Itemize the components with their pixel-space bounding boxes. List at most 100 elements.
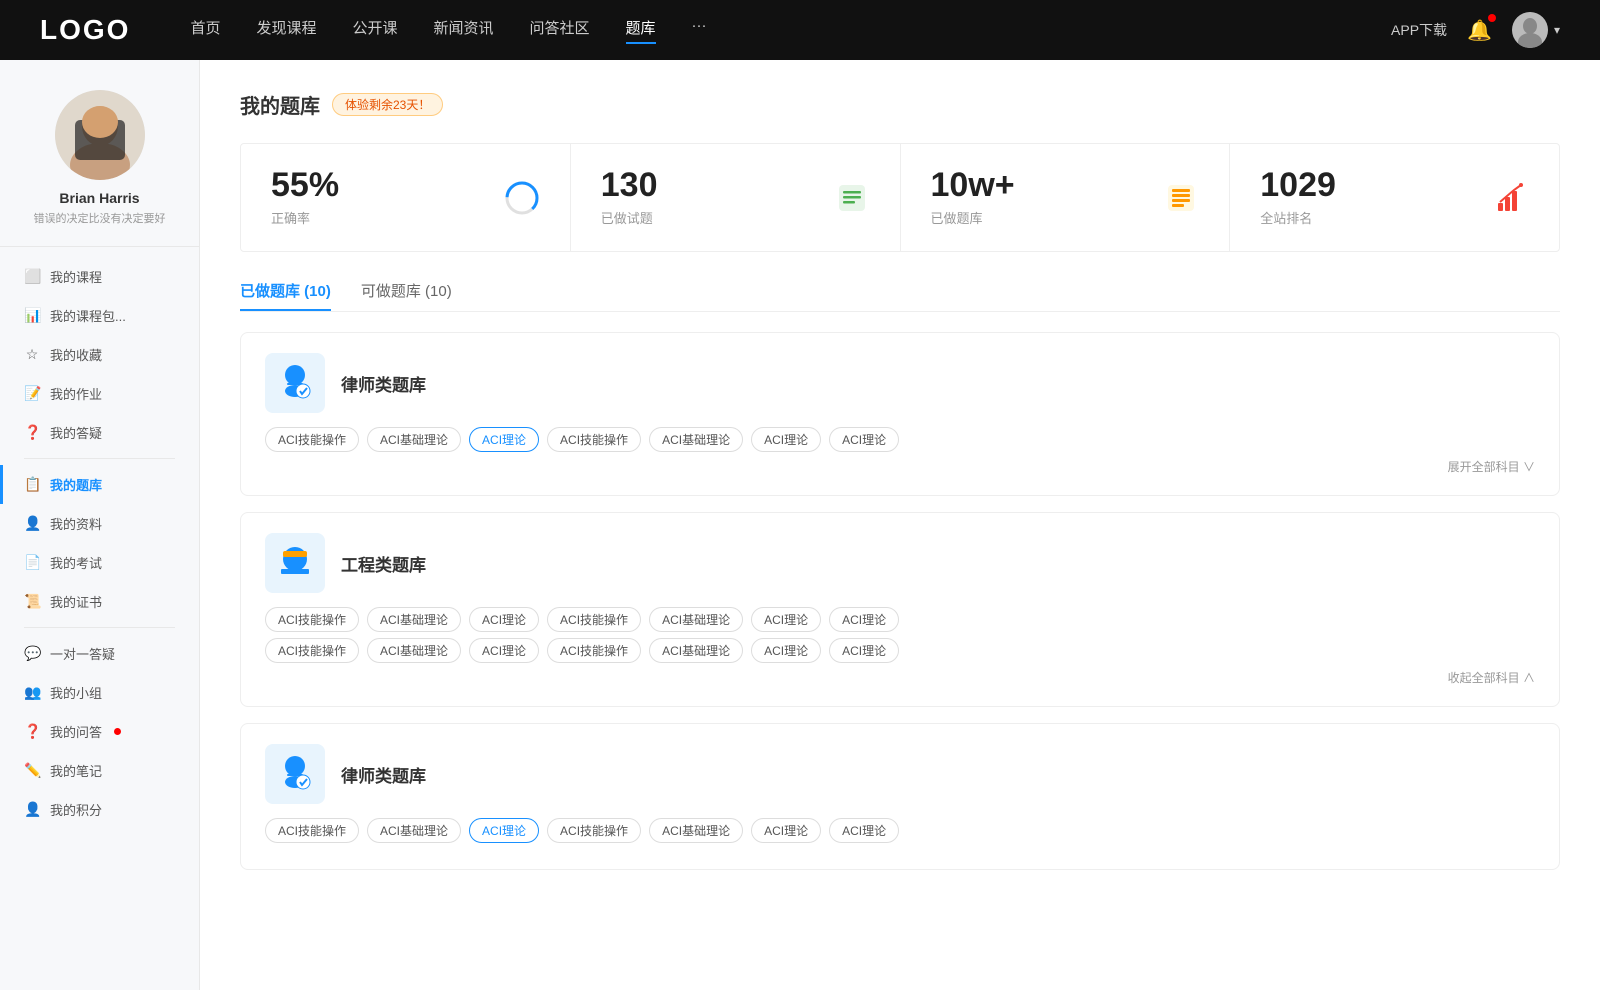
notes-icon: ✏️ — [24, 762, 40, 779]
nav-quizbank[interactable]: 题库 — [626, 17, 656, 44]
tag-eng-9[interactable]: ACI理论 — [469, 638, 539, 663]
tag-eng-7[interactable]: ACI技能操作 — [265, 638, 359, 663]
tag-eng-6[interactable]: ACI理论 — [829, 607, 899, 632]
sidebar-label-myqa: 我的问答 — [50, 722, 102, 741]
sidebar-label-group: 我的小组 — [50, 683, 102, 702]
tag-lawyer2-0[interactable]: ACI技能操作 — [265, 818, 359, 843]
expand-lawyer-1[interactable]: 展开全部科目 ∨ — [265, 458, 1535, 475]
tag-lawyer-1-3[interactable]: ACI技能操作 — [547, 427, 641, 452]
sidebar-label-exam: 我的考试 — [50, 553, 102, 572]
bank-card-lawyer-1: 律师类题库 ACI技能操作 ACI基础理论 ACI理论 ACI技能操作 ACI基… — [240, 332, 1560, 496]
tag-lawyer2-4[interactable]: ACI基础理论 — [649, 818, 743, 843]
tag-eng-11[interactable]: ACI基础理论 — [649, 638, 743, 663]
tag-lawyer2-3[interactable]: ACI技能操作 — [547, 818, 641, 843]
tag-lawyer2-5[interactable]: ACI理论 — [751, 818, 821, 843]
tag-lawyer-1-1[interactable]: ACI基础理论 — [367, 427, 461, 452]
sidebar-item-favorites[interactable]: ☆ 我的收藏 — [0, 335, 199, 374]
nav-home[interactable]: 首页 — [190, 17, 220, 44]
profile-motto: 错误的决定比没有决定要好 — [24, 210, 176, 226]
sidebar-item-group[interactable]: 👥 我的小组 — [0, 673, 199, 712]
quizbank-icon: 📋 — [24, 476, 40, 493]
sidebar-item-notes[interactable]: ✏️ 我的笔记 — [0, 751, 199, 790]
tab-available-banks[interactable]: 可做题库 (10) — [361, 280, 452, 311]
tag-lawyer-1-4[interactable]: ACI基础理论 — [649, 427, 743, 452]
sidebar-item-course-package[interactable]: 📊 我的课程包... — [0, 296, 199, 335]
profile-name: Brian Harris — [59, 190, 139, 206]
tag-lawyer2-6[interactable]: ACI理论 — [829, 818, 899, 843]
tag-lawyer-1-0[interactable]: ACI技能操作 — [265, 427, 359, 452]
tag-lawyer2-1[interactable]: ACI基础理论 — [367, 818, 461, 843]
stat-accuracy-value: 55% — [271, 168, 490, 202]
tag-eng-1[interactable]: ACI基础理论 — [367, 607, 461, 632]
nav-qa[interactable]: 问答社区 — [530, 17, 590, 44]
user-avatar-wrap[interactable]: ▾ — [1512, 12, 1560, 48]
bank-card-lawyer-2-header: 律师类题库 — [265, 744, 1535, 804]
nav-discover[interactable]: 发现课程 — [256, 17, 316, 44]
tag-eng-12[interactable]: ACI理论 — [751, 638, 821, 663]
sidebar-item-homework[interactable]: 📝 我的作业 — [0, 374, 199, 413]
certificate-icon: 📜 — [24, 593, 40, 610]
collapse-engineer[interactable]: 收起全部科目 ∧ — [265, 669, 1535, 686]
navbar: LOGO 首页 发现课程 公开课 新闻资讯 问答社区 题库 ··· APP下载 … — [0, 0, 1600, 60]
sidebar-label-courses: 我的课程 — [50, 267, 102, 286]
tag-lawyer-1-5[interactable]: ACI理论 — [751, 427, 821, 452]
exam-icon: 📄 — [24, 554, 40, 571]
nav-chevron-icon: ▾ — [1554, 23, 1560, 37]
nav-opencourse[interactable]: 公开课 — [352, 17, 397, 44]
sidebar-item-qa[interactable]: ❓ 我的答疑 — [0, 413, 199, 452]
sidebar-item-1on1[interactable]: 💬 一对一答疑 — [0, 634, 199, 673]
bank-card-engineer-header: 工程类题库 — [265, 533, 1535, 593]
nav-more[interactable]: ··· — [692, 17, 707, 44]
tab-done-banks[interactable]: 已做题库 (10) — [240, 280, 331, 311]
bank-card-engineer-tags-row1: ACI技能操作 ACI基础理论 ACI理论 ACI技能操作 ACI基础理论 AC… — [265, 607, 1535, 632]
sidebar-item-points[interactable]: 👤 我的积分 — [0, 790, 199, 829]
tag-lawyer-1-6[interactable]: ACI理论 — [829, 427, 899, 452]
group-icon: 👥 — [24, 684, 40, 701]
notification-bell[interactable]: 🔔 — [1467, 18, 1492, 43]
sidebar-item-exam[interactable]: 📄 我的考试 — [0, 543, 199, 582]
bank-card-engineer-tags-row2: ACI技能操作 ACI基础理论 ACI理论 ACI技能操作 ACI基础理论 AC… — [265, 638, 1535, 663]
stat-accuracy-icon — [504, 180, 540, 216]
tag-eng-2[interactable]: ACI理论 — [469, 607, 539, 632]
tag-eng-3[interactable]: ACI技能操作 — [547, 607, 641, 632]
stat-done-questions-label: 已做试题 — [601, 208, 820, 227]
tag-eng-5[interactable]: ACI理论 — [751, 607, 821, 632]
tag-lawyer2-2[interactable]: ACI理论 — [469, 818, 539, 843]
nav-news[interactable]: 新闻资讯 — [434, 17, 494, 44]
sidebar-label-favorites: 我的收藏 — [50, 345, 102, 364]
sidebar-label-profile: 我的资料 — [50, 514, 102, 533]
sidebar-label-points: 我的积分 — [50, 800, 102, 819]
profile-icon: 👤 — [24, 515, 40, 532]
sidebar-item-certificate[interactable]: 📜 我的证书 — [0, 582, 199, 621]
stat-global-rank: 1029 全站排名 — [1230, 144, 1559, 251]
stat-done-questions-value: 130 — [601, 168, 820, 202]
sidebar-item-myqa[interactable]: ❓ 我的问答 — [0, 712, 199, 751]
bank-icon-engineer — [265, 533, 325, 593]
tag-eng-13[interactable]: ACI理论 — [829, 638, 899, 663]
tag-eng-0[interactable]: ACI技能操作 — [265, 607, 359, 632]
nav-links: 首页 发现课程 公开课 新闻资讯 问答社区 题库 ··· — [190, 17, 1391, 44]
tag-lawyer-1-2[interactable]: ACI理论 — [469, 427, 539, 452]
logo: LOGO — [40, 14, 130, 46]
bank-card-engineer: 工程类题库 ACI技能操作 ACI基础理论 ACI理论 ACI技能操作 ACI基… — [240, 512, 1560, 707]
bank-icon-lawyer-2 — [265, 744, 325, 804]
stat-done-banks: 10w+ 已做题库 — [901, 144, 1231, 251]
sidebar-divider-1 — [24, 458, 175, 459]
tag-eng-8[interactable]: ACI基础理论 — [367, 638, 461, 663]
sidebar-label-homework: 我的作业 — [50, 384, 102, 403]
tag-eng-10[interactable]: ACI技能操作 — [547, 638, 641, 663]
sidebar-item-profile[interactable]: 👤 我的资料 — [0, 504, 199, 543]
bank-card-lawyer-2: 律师类题库 ACI技能操作 ACI基础理论 ACI理论 ACI技能操作 ACI基… — [240, 723, 1560, 870]
stat-done-banks-value: 10w+ — [931, 168, 1150, 202]
sidebar-menu: ⬜ 我的课程 📊 我的课程包... ☆ 我的收藏 📝 我的作业 ❓ 我的答疑 📋 — [0, 247, 199, 829]
app-download-label[interactable]: APP下载 — [1391, 20, 1447, 40]
sidebar-item-courses[interactable]: ⬜ 我的课程 — [0, 257, 199, 296]
sidebar-item-quizbank[interactable]: 📋 我的题库 — [0, 465, 199, 504]
points-icon: 👤 — [24, 801, 40, 818]
stat-done-banks-label: 已做题库 — [931, 208, 1150, 227]
stat-done-questions: 130 已做试题 — [571, 144, 901, 251]
bank-card-lawyer-1-header: 律师类题库 — [265, 353, 1535, 413]
page-title: 我的题库 — [240, 90, 320, 119]
tag-eng-4[interactable]: ACI基础理论 — [649, 607, 743, 632]
myqa-icon: ❓ — [24, 723, 40, 740]
